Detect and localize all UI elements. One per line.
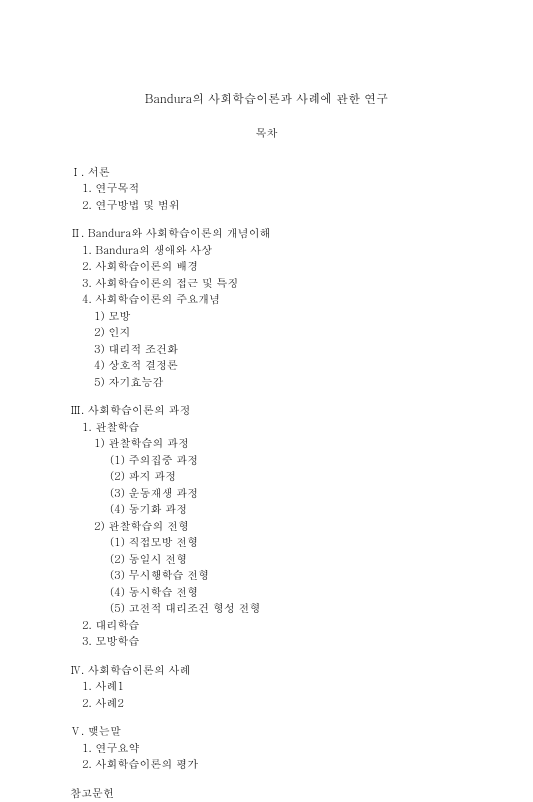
section-1-header: Ⅰ. 서론	[70, 165, 463, 182]
section-3-item-1: 1. 관찰학습	[70, 420, 463, 437]
section-3-item-2: 2. 대리학습	[70, 618, 463, 635]
section-3-sub1-a-3: (3) 운동재생 과정	[70, 486, 463, 503]
section-3-header: Ⅲ. 사회학습이론의 과정	[70, 403, 463, 420]
section-2-sub-2: 2) 인지	[70, 325, 463, 342]
section-3: Ⅲ. 사회학습이론의 과정 1. 관찰학습 1) 관찰학습의 과정 (1) 주의…	[70, 403, 463, 651]
section-3-sub1-b-4: (4) 동시학습 전형	[70, 585, 463, 602]
section-4-header: Ⅳ. 사회학습이론의 사례	[70, 663, 463, 680]
toc-heading: 목차	[70, 126, 463, 143]
section-3-sub1-a-2: (2) 파지 과정	[70, 469, 463, 486]
section-2-item-3: 3. 사회학습이론의 접근 및 특징	[70, 276, 463, 293]
section-2-item-1: 1. Bandura의 생애와 사상	[70, 243, 463, 260]
section-3-sub1-a-1: (1) 주의집중 과정	[70, 453, 463, 470]
references: 참고문헌	[70, 786, 463, 802]
section-3-item-3: 3. 모방학습	[70, 634, 463, 651]
section-1-item-1: 1. 연구목적	[70, 181, 463, 198]
section-2-sub-5: 5) 자기효능감	[70, 375, 463, 392]
section-3-sub1-b: 2) 관찰학습의 전형	[70, 519, 463, 536]
section-3-sub1-a-4: (4) 동기화 과정	[70, 502, 463, 519]
section-3-sub1-b-1: (1) 직접모방 전형	[70, 535, 463, 552]
references-header: 참고문헌	[70, 786, 463, 802]
section-1: Ⅰ. 서론 1. 연구목적 2. 연구방법 및 범위	[70, 165, 463, 215]
section-2-sub-4: 4) 상호적 결정론	[70, 358, 463, 375]
section-3-sub1-b-5: (5) 고전적 대리조건 형성 전형	[70, 601, 463, 618]
section-5: Ⅴ. 맺는말 1. 연구요약 2. 사회학습이론의 평가	[70, 724, 463, 774]
document-title: Bandura의 사회학습이론과 사례에 관한 연구	[70, 90, 463, 108]
section-2-item-2: 2. 사회학습이론의 배경	[70, 259, 463, 276]
section-5-header: Ⅴ. 맺는말	[70, 724, 463, 741]
section-2-header: Ⅱ. Bandura와 사회학습이론의 개념이해	[70, 226, 463, 243]
section-5-item-1: 1. 연구요약	[70, 741, 463, 758]
section-3-sub1-a: 1) 관찰학습의 과정	[70, 436, 463, 453]
section-4: Ⅳ. 사회학습이론의 사례 1. 사례1 2. 사례2	[70, 663, 463, 713]
section-2-item-4: 4. 사회학습이론의 주요개념	[70, 292, 463, 309]
section-2-sub-1: 1) 모방	[70, 309, 463, 326]
section-3-sub1-b-3: (3) 무시행학습 전형	[70, 568, 463, 585]
section-3-sub1-b-2: (2) 동일시 전형	[70, 552, 463, 569]
section-5-item-2: 2. 사회학습이론의 평가	[70, 757, 463, 774]
section-2-sub-3: 3) 대리적 조건화	[70, 342, 463, 359]
section-2: Ⅱ. Bandura와 사회학습이론의 개념이해 1. Bandura의 생애와…	[70, 226, 463, 391]
section-4-item-2: 2. 사례2	[70, 696, 463, 713]
section-1-item-2: 2. 연구방법 및 범위	[70, 198, 463, 215]
section-4-item-1: 1. 사례1	[70, 679, 463, 696]
